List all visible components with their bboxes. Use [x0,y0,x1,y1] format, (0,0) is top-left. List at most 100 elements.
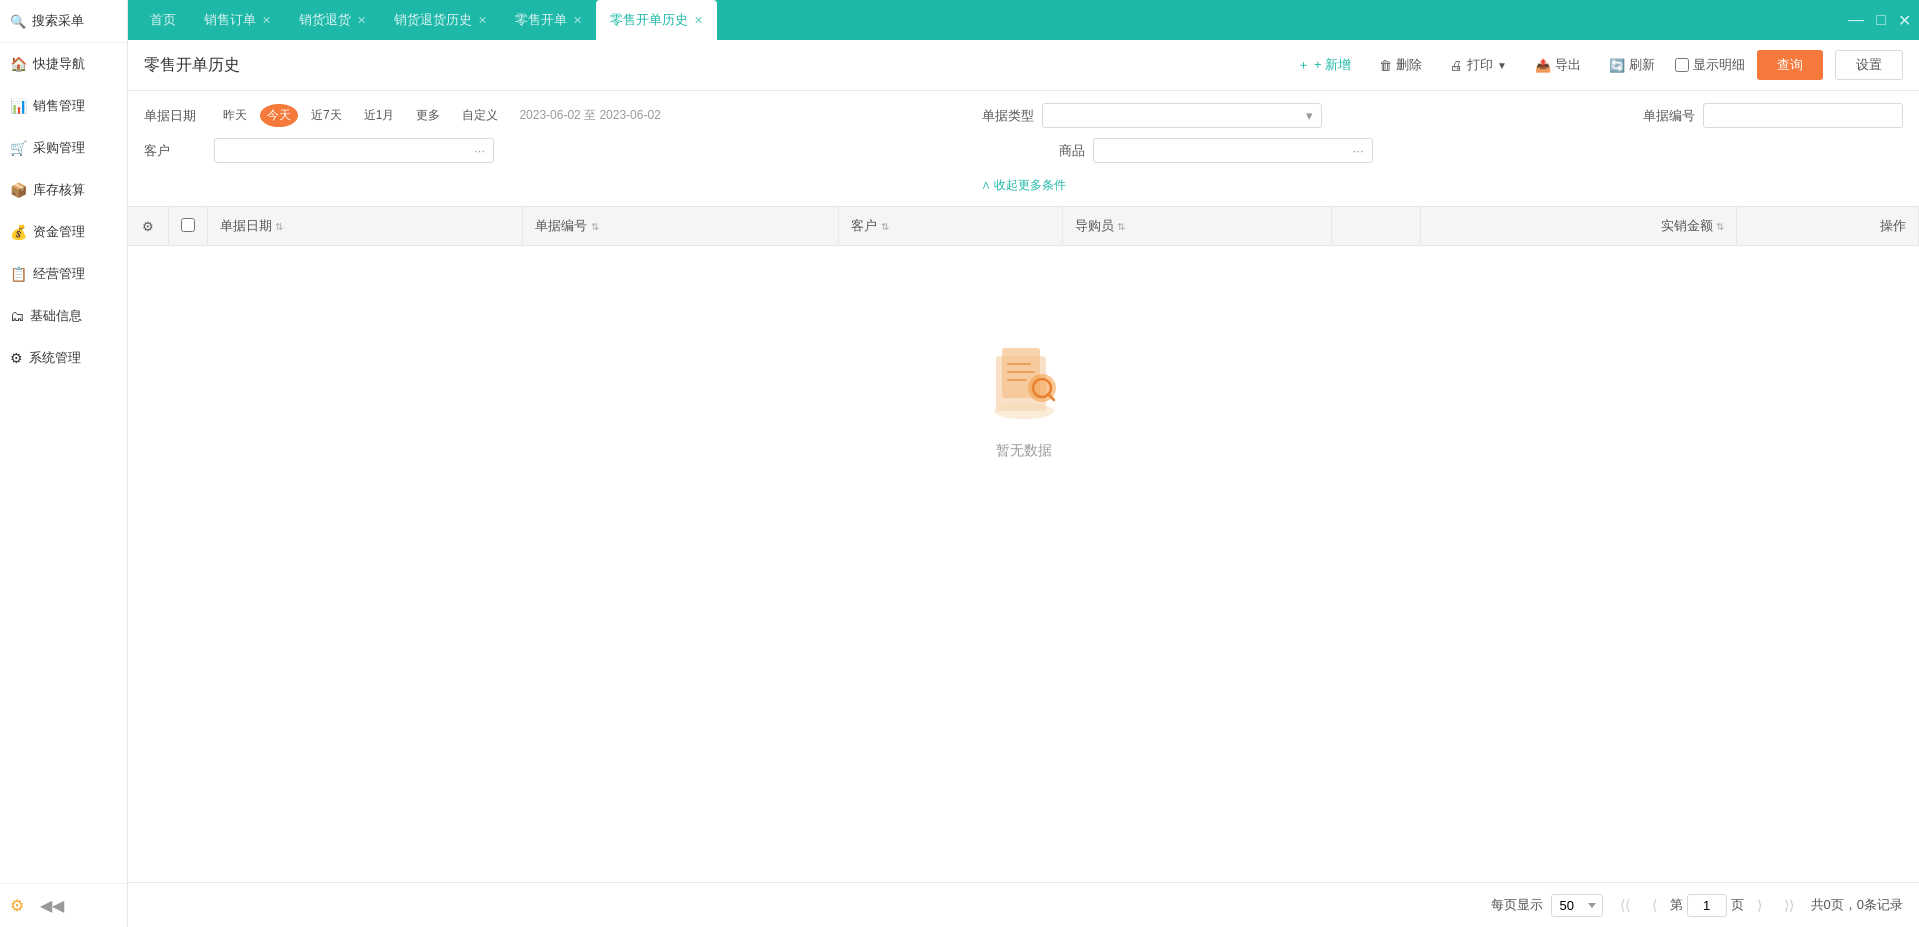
toolbar: ＋ + 新增 🗑 删除 🖨 打印 ▼ 📤 导出 🔄 [1289,50,1903,80]
page-suffix: 页 [1731,896,1744,914]
sidebar-item-label: 销售管理 [33,97,85,115]
content-area: 零售开单历史 ＋ + 新增 🗑 删除 🖨 打印 ▼ 📤 导出 [128,40,1919,927]
tab-sales-return-history-close[interactable]: ✕ [478,14,487,27]
export-button[interactable]: 📤 导出 [1527,52,1589,78]
delete-label: 删除 [1396,56,1422,74]
tab-home[interactable]: 首页 [136,0,190,40]
refresh-icon: 🔄 [1609,58,1625,73]
col-date[interactable]: 单据日期 [207,207,523,246]
tab-sales-order[interactable]: 销售订单 ✕ [190,0,285,40]
empty-icon [974,326,1074,426]
bill-no-input[interactable] [1703,103,1903,128]
sidebar-item-inventory[interactable]: 📦 库存核算 [0,169,127,211]
col-customer[interactable]: 客户 [839,207,1062,246]
print-icon: 🖨 [1450,58,1463,73]
page-input[interactable]: 1 [1687,894,1727,917]
empty-text: 暂无数据 [996,442,1052,460]
yesterday-btn[interactable]: 昨天 [214,104,256,127]
col-actions-label: 操作 [1880,218,1906,233]
tab-sales-return-history[interactable]: 销货退货历史 ✕ [380,0,501,40]
delete-button[interactable]: 🗑 删除 [1371,52,1430,78]
bill-type-select[interactable]: ▾ [1042,103,1322,128]
query-button[interactable]: 查询 [1757,50,1823,80]
tab-sales-order-close[interactable]: ✕ [262,14,271,27]
last7days-btn[interactable]: 近7天 [302,104,351,127]
sidebar-search[interactable]: 🔍 搜索采单 [0,0,127,43]
per-page-label: 每页显示 [1491,896,1543,914]
window-maximize-button[interactable]: □ [1876,11,1886,29]
money-icon: 💰 [10,224,27,240]
sidebar-gear-button[interactable]: ⚙ [10,896,24,915]
sidebar-item-purchase-mgmt[interactable]: 🛒 采购管理 [0,127,127,169]
print-label: 打印 [1467,56,1493,74]
col-no[interactable]: 单据编号 [523,207,839,246]
tab-sales-return-close[interactable]: ✕ [357,14,366,27]
col-guide[interactable]: 导购员 [1062,207,1332,246]
sidebar: 🔍 搜索采单 🏠 快捷导航 📊 销售管理 🛒 采购管理 📦 库存核算 💰 资金管… [0,0,128,927]
display-cols-toggle[interactable]: 显示明细 [1675,56,1745,74]
goods-dots[interactable]: ··· [1353,143,1364,158]
col-no-label: 单据编号 [535,218,587,233]
sidebar-item-sales-mgmt[interactable]: 📊 销售管理 [0,85,127,127]
refresh-button[interactable]: 🔄 刷新 [1601,52,1663,78]
sidebar-item-sys-mgmt[interactable]: ⚙ 系统管理 [0,337,127,379]
tab-retail-open-history[interactable]: 零售开单历史 ✕ [596,0,717,40]
col-date-label: 单据日期 [220,218,272,233]
search-icon: 🔍 [10,14,26,29]
display-cols-label: 显示明细 [1693,56,1745,74]
pagination: 每页显示 50 10 20 100 ⟨⟨ ⟨ 第 1 页 ⟩ ⟩⟩ 共0页，0条… [128,882,1919,927]
add-icon: ＋ [1297,56,1310,74]
bill-type-label: 单据类型 [974,107,1034,125]
customer-select[interactable]: ··· [214,138,494,163]
sidebar-item-label: 系统管理 [29,349,81,367]
chart-icon: 📊 [10,98,27,114]
folder-icon: 🗂 [10,308,24,324]
empty-state: 暂无数据 [128,246,1919,500]
add-button[interactable]: ＋ + 新增 [1289,52,1359,78]
last-month-btn[interactable]: 近1月 [355,104,404,127]
sidebar-item-finance[interactable]: 💰 资金管理 [0,211,127,253]
window-close-button[interactable]: ✕ [1898,11,1911,30]
sidebar-collapse-button[interactable]: ◀◀ [40,896,64,915]
col-guide-label: 导购员 [1075,218,1114,233]
page-label: 第 [1670,896,1683,914]
sidebar-item-basic-info[interactable]: 🗂 基础信息 [0,295,127,337]
col-check [168,207,207,246]
display-cols-checkbox[interactable] [1675,58,1689,72]
sidebar-footer: ⚙ ◀◀ [0,883,127,927]
print-arrow-icon: ▼ [1497,60,1507,71]
goods-select[interactable]: ··· [1093,138,1373,163]
collapse-conditions-btn[interactable]: ∧ 收起更多条件 [144,173,1903,202]
customer-dots[interactable]: ··· [474,143,485,158]
select-all-checkbox[interactable] [181,218,195,232]
col-gear[interactable]: ⚙ [128,207,168,246]
settings-button[interactable]: 设置 [1835,50,1903,80]
tab-retail-open-history-close[interactable]: ✕ [694,14,703,27]
tab-sales-return-label: 销货退货 [299,11,351,29]
tab-retail-open-close[interactable]: ✕ [573,14,582,27]
tab-retail-open[interactable]: 零售开单 ✕ [501,0,596,40]
sidebar-search-label: 搜索采单 [32,12,84,30]
prev-page-btn[interactable]: ⟨ [1643,893,1666,917]
more-btn[interactable]: 更多 [407,104,449,127]
sidebar-item-label: 经营管理 [33,265,85,283]
today-btn[interactable]: 今天 [260,104,298,127]
print-button[interactable]: 🖨 打印 ▼ [1442,52,1515,78]
date-filter-buttons: 昨天 今天 近7天 近1月 更多 自定义 [214,104,507,127]
custom-btn[interactable]: 自定义 [453,104,507,127]
sidebar-item-operations[interactable]: 📋 经营管理 [0,253,127,295]
box-icon: 📦 [10,182,27,198]
sidebar-item-label: 采购管理 [33,139,85,157]
first-page-btn[interactable]: ⟨⟨ [1611,893,1639,917]
col-amount-label: 实销金额 [1661,218,1713,233]
tab-sales-return[interactable]: 销货退货 ✕ [285,0,380,40]
next-page-btn[interactable]: ⟩ [1748,893,1771,917]
bill-type-arrow-icon: ▾ [1306,108,1313,123]
tab-home-label: 首页 [150,11,176,29]
per-page-select[interactable]: 50 10 20 100 [1551,894,1603,917]
last-page-btn[interactable]: ⟩⟩ [1775,893,1803,917]
window-minimize-button[interactable]: — [1848,11,1864,29]
col-amount[interactable]: 实销金额 [1421,207,1737,246]
sidebar-item-quick-nav[interactable]: 🏠 快捷导航 [0,43,127,85]
trash-icon: 🗑 [1379,58,1392,73]
